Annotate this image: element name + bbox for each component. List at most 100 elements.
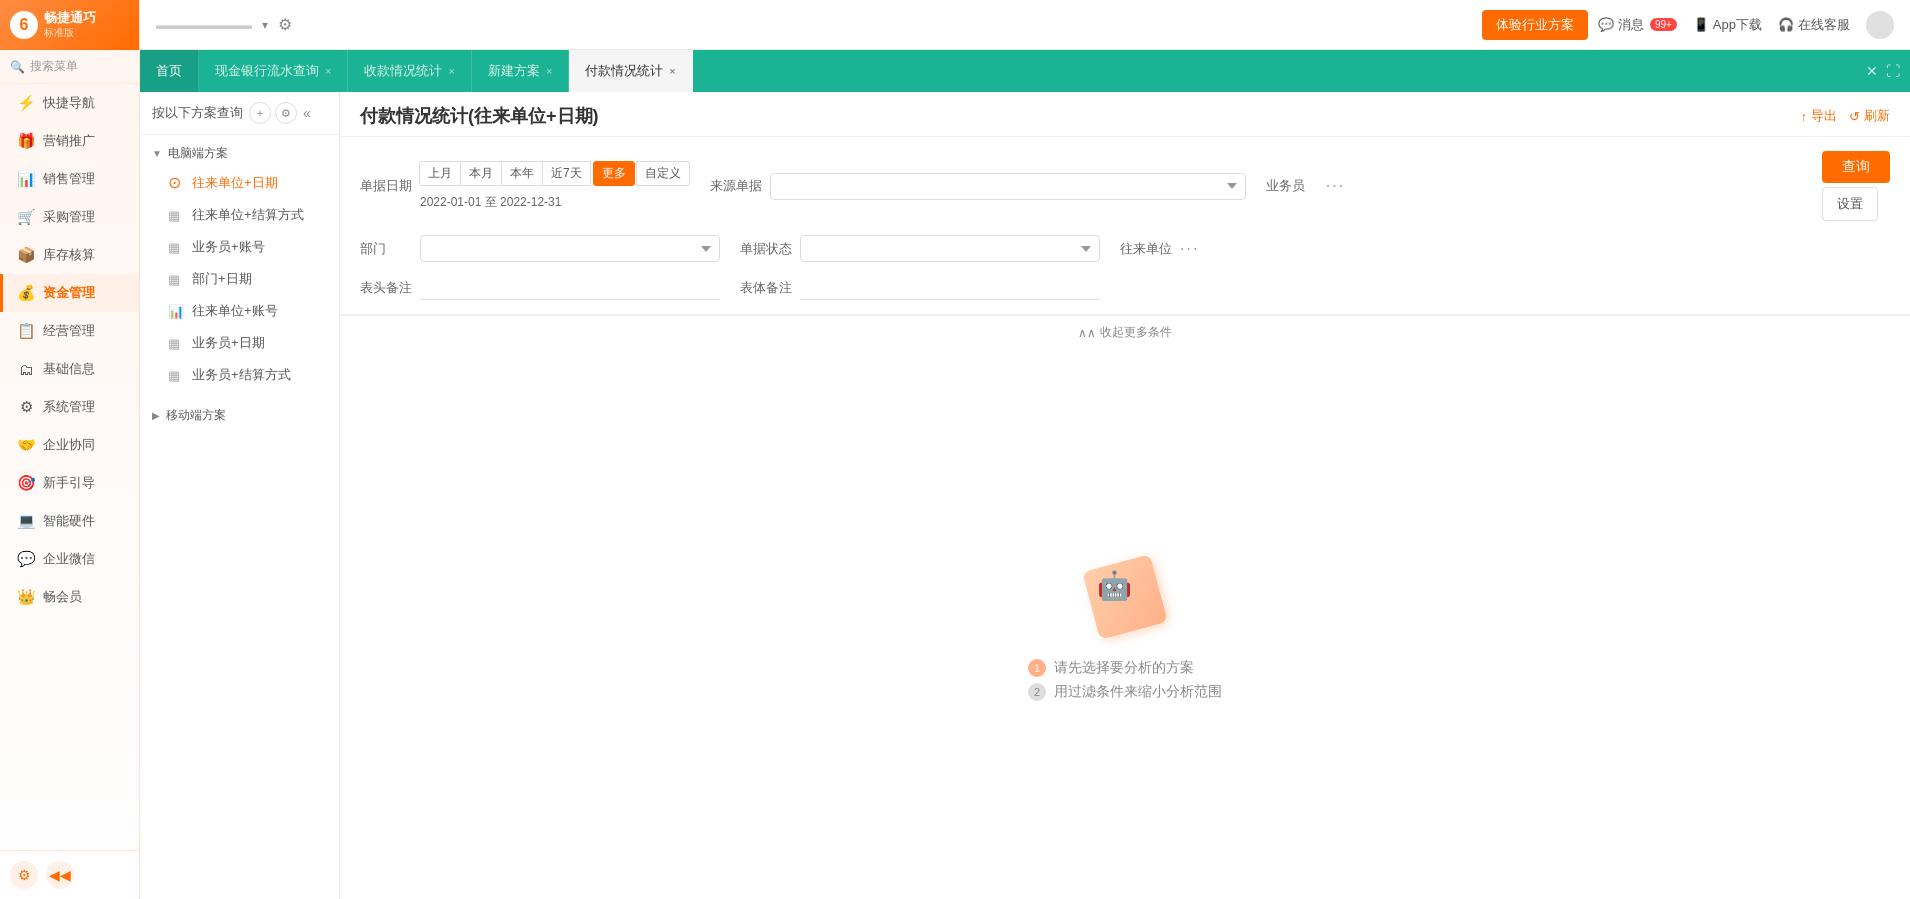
scheme-item-salesperson-date[interactable]: ▦ 业务员+日期 [140,327,339,359]
online-service-btn[interactable]: 🎧 在线客服 [1778,16,1850,34]
sidebar-item-member[interactable]: 👑 畅会员 [0,578,139,616]
tab-cash-flow-close[interactable]: × [325,65,331,77]
search-icon: 🔍 [10,60,25,74]
scheme-group-desktop-header[interactable]: ▼ 电脑端方案 [140,141,339,166]
source-doc-field: 来源单据 [710,173,1246,200]
topbar-settings-btn[interactable]: ⚙ [278,15,292,34]
filter-settings-btn[interactable]: 设置 [1822,187,1878,221]
breadcrumb-dropdown[interactable]: ▾ [262,18,268,32]
doc-status-select[interactable] [800,235,1100,262]
filter-area: 付款情况统计(往来单位+日期) ↑ 导出 ↺ 刷新 单 [340,92,1910,899]
body-note-input[interactable] [800,276,1100,300]
sidebar-item-wechat[interactable]: 💬 企业微信 [0,540,139,578]
sidebar-item-sales[interactable]: 📊 销售管理 [0,160,139,198]
sidebar-item-guide[interactable]: 🎯 新手引导 [0,464,139,502]
date-tab-last-month[interactable]: 上月 [419,161,461,186]
date-label: 单据日期 [360,177,412,195]
dept-select[interactable] [420,235,720,262]
scheme-item-counterpart-payment[interactable]: ▦ 往来单位+结算方式 [140,199,339,231]
tab-receivable-close[interactable]: × [448,65,454,77]
sales-icon: 📊 [17,170,35,188]
salesperson-label: 业务员 [1266,177,1318,195]
content-area: 按以下方案查询 + ⚙ « ▼ 电脑端方案 ⊙ 往来单位+日期 ▦ [140,92,1910,899]
collapse-filter-btn[interactable]: ∧∧ 收起更多条件 [340,315,1910,349]
tab-payment-stats-close[interactable]: × [669,65,675,77]
sidebar-item-quick-nav[interactable]: ⚡ 快捷导航 [0,84,139,122]
tab-cash-flow-label: 现金银行流水查询 [215,62,319,80]
topbar-actions: 💬 消息 99+ 📱 App下载 🎧 在线客服 [1598,11,1894,39]
scheme-item-salesperson-account[interactable]: ▦ 业务员+账号 [140,231,339,263]
empty-hint-1: 1 请先选择要分析的方案 [1028,659,1222,677]
scheme-item-dept-date[interactable]: ▦ 部门+日期 [140,263,339,295]
date-tab-more[interactable]: 更多 [593,161,635,186]
salesperson-field: 业务员 ··· [1266,177,1802,195]
header-note-field: 表头备注 [360,276,720,300]
date-field: 单据日期 上月 本月 本年 近7天 更多 自定义 2022-01-01 至 20… [360,161,690,211]
export-btn[interactable]: ↑ 导出 [1801,107,1838,125]
salesperson-dots-btn[interactable]: ··· [1326,177,1345,195]
message-btn[interactable]: 💬 消息 99+ [1598,16,1677,34]
empty-state: 🤖 1 请先选择要分析的方案 2 用过滤条件来缩小分析范围 [340,349,1910,899]
trial-industry-btn[interactable]: 体验行业方案 [1482,10,1588,40]
tab-close-all-btn[interactable]: ✕ [1866,63,1878,79]
sidebar-item-label: 营销推广 [43,132,95,150]
dept-field: 部门 [360,235,720,262]
enterprise-icon: 🤝 [17,436,35,454]
sidebar-item-label: 经营管理 [43,322,95,340]
user-avatar[interactable] [1866,11,1894,39]
header-note-input[interactable] [420,276,720,300]
query-area: 查询 设置 [1822,151,1890,221]
search-menu[interactable]: 🔍 搜索菜单 [0,50,139,84]
sidebar-item-system[interactable]: ⚙ 系统管理 [0,388,139,426]
sidebar-item-purchase[interactable]: 🛒 采购管理 [0,198,139,236]
sidebar-item-marketing[interactable]: 🎁 营销推广 [0,122,139,160]
main: ▬▬▬▬▬▬▬▬ ▾ ⚙ 体验行业方案 💬 消息 99+ 📱 App下载 🎧 在… [140,0,1910,899]
counterpart-dots-btn[interactable]: ··· [1180,240,1199,258]
online-service-label: 在线客服 [1798,16,1850,34]
date-tab-this-month[interactable]: 本月 [460,161,502,186]
scheme-item-counterpart-date[interactable]: ⊙ 往来单位+日期 [140,166,339,199]
date-tab-last7[interactable]: 近7天 [542,161,591,186]
tab-receivable[interactable]: 收款情况统计 × [348,50,471,92]
scheme-item-salesperson-payment[interactable]: ▦ 业务员+结算方式 [140,359,339,391]
refresh-btn[interactable]: ↺ 刷新 [1849,107,1890,125]
hint-text-2: 用过滤条件来缩小分析范围 [1054,683,1222,701]
app-subtitle: 标准版 [44,26,96,40]
tab-cash-flow[interactable]: 现金银行流水查询 × [199,50,348,92]
scheme-collapse-btn[interactable]: « [303,105,311,121]
query-btn[interactable]: 查询 [1822,151,1890,183]
counterpart-field: 往来单位 ··· [1120,240,1890,258]
app-download-btn[interactable]: 📱 App下载 [1693,16,1762,34]
sidebar-item-label: 企业协同 [43,436,95,454]
source-doc-select[interactable] [770,173,1246,200]
tab-home[interactable]: 首页 [140,50,199,92]
sidebar-item-funds[interactable]: 💰 资金管理 [0,274,139,312]
tab-new-scheme-close[interactable]: × [546,65,552,77]
scheme-item-counterpart-account[interactable]: 📊 往来单位+账号 [140,295,339,327]
tab-maximize-btn[interactable]: ⛶ [1886,63,1900,79]
tab-new-scheme[interactable]: 新建方案 × [472,50,569,92]
sidebar-item-smart-hw[interactable]: 💻 智能硬件 [0,502,139,540]
sidebar-item-operations[interactable]: 📋 经营管理 [0,312,139,350]
source-doc-label: 来源单据 [710,177,762,195]
scheme-settings-btn[interactable]: ⚙ [275,102,297,124]
purchase-icon: 🛒 [17,208,35,226]
scheme-group-mobile-header[interactable]: ▶ 移动端方案 [140,403,339,428]
date-tab-this-year[interactable]: 本年 [501,161,543,186]
service-icon: 🎧 [1778,17,1794,32]
sidebar-item-basics[interactable]: 🗂 基础信息 [0,350,139,388]
filter-row-1: 单据日期 上月 本月 本年 近7天 更多 自定义 2022-01-01 至 20… [360,151,1890,221]
scheme-item-icon: ▦ [168,208,184,223]
scheme-item-label: 往来单位+日期 [192,174,278,192]
settings-footer-btn[interactable]: ⚙ [10,861,38,889]
sidebar-item-label: 基础信息 [43,360,95,378]
chevron-up-icon: ∧∧ [1078,326,1096,340]
sidebar-item-inventory[interactable]: 📦 库存核算 [0,236,139,274]
tab-payment-stats[interactable]: 付款情况统计 × [569,50,692,92]
sidebar-item-enterprise[interactable]: 🤝 企业协同 [0,426,139,464]
date-tabs: 上月 本月 本年 近7天 更多 自定义 [420,161,690,186]
scheme-group-label: 电脑端方案 [168,145,228,162]
date-tab-custom[interactable]: 自定义 [636,161,690,186]
collapse-sidebar-btn[interactable]: ◀◀ [46,861,74,889]
scheme-add-btn[interactable]: + [249,102,271,124]
